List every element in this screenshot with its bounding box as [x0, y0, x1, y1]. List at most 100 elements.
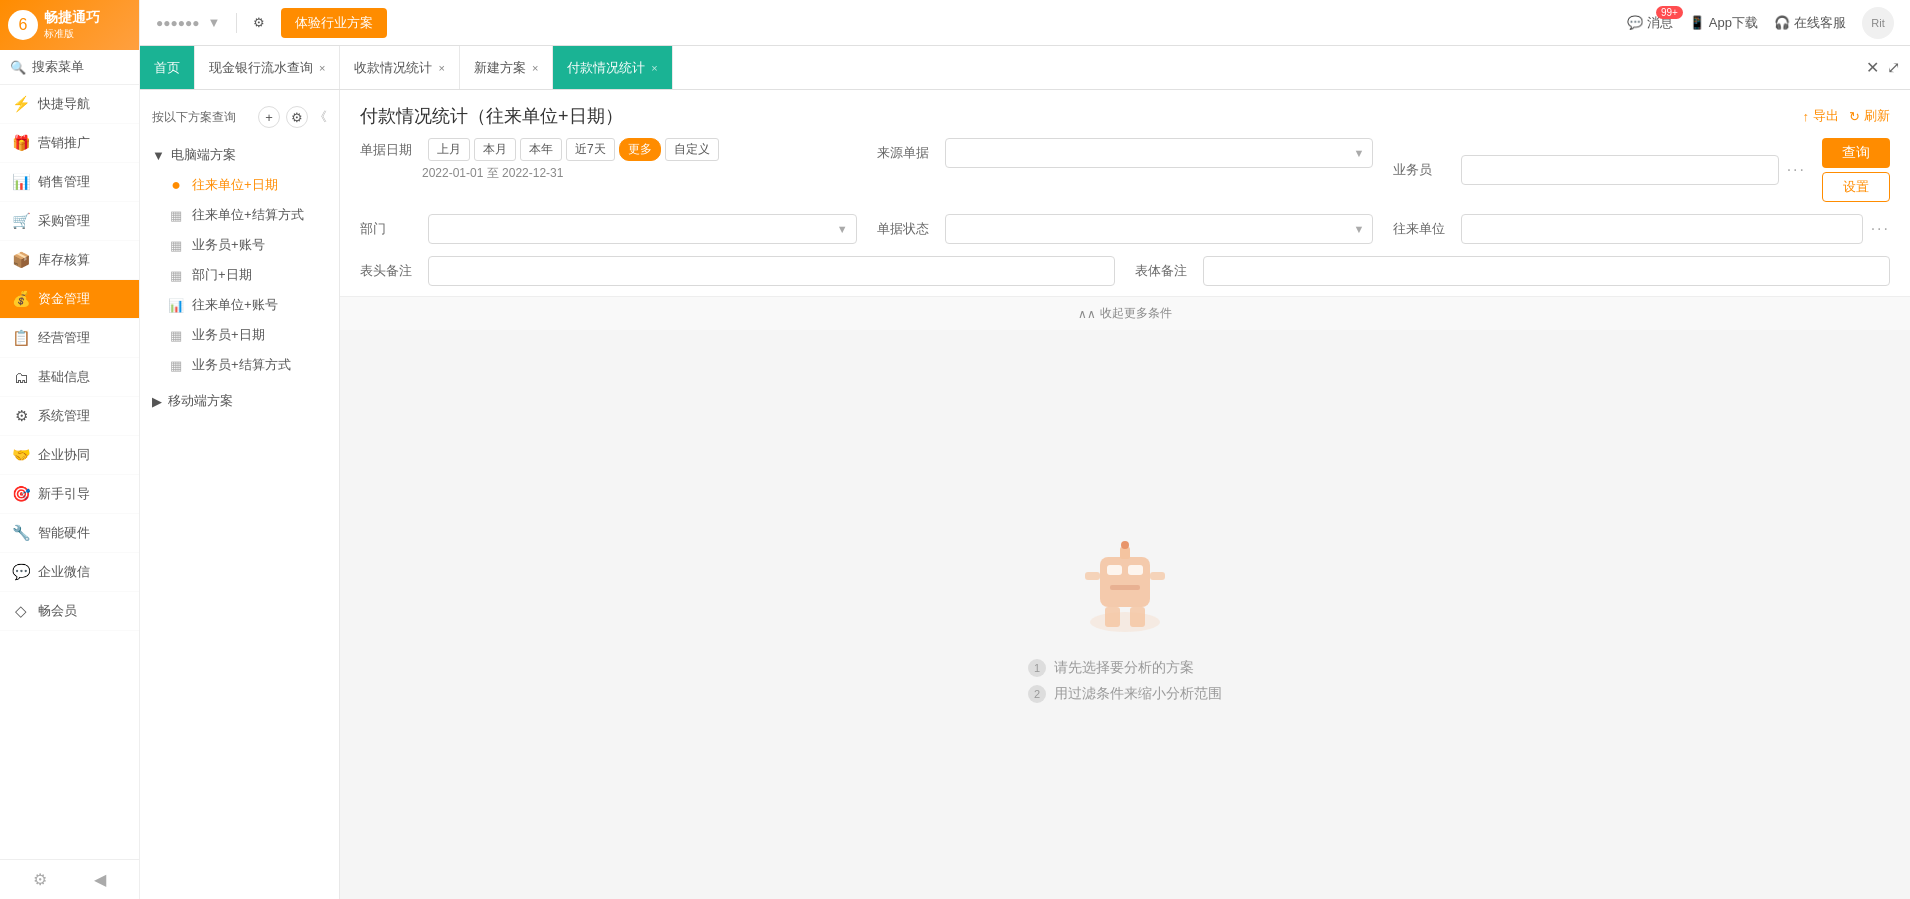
- tab-new-scheme-close[interactable]: ×: [532, 62, 538, 74]
- sidebar-item-inventory[interactable]: 📦 库存核算: [0, 241, 139, 280]
- scheme-item-dept-date[interactable]: ▦ 部门+日期: [140, 260, 339, 290]
- sidebar-item-guide[interactable]: 🎯 新手引导: [0, 475, 139, 514]
- date-btn-7days[interactable]: 近7天: [566, 138, 615, 161]
- export-label: 导出: [1813, 107, 1839, 125]
- sidebar-collapse-btn[interactable]: ◀: [94, 870, 106, 889]
- svg-rect-9: [1105, 607, 1120, 627]
- staff-more-btn[interactable]: ···: [1787, 161, 1806, 179]
- scheme-mobile-label: 移动端方案: [168, 392, 233, 410]
- scheme-item-label: 业务员+日期: [192, 326, 265, 344]
- trial-btn[interactable]: 体验行业方案: [281, 8, 387, 38]
- tab-receipt-stats-close[interactable]: ×: [438, 62, 444, 74]
- refresh-btn[interactable]: ↻ 刷新: [1849, 107, 1890, 125]
- scheme-collapse-btn[interactable]: 《: [314, 108, 327, 126]
- message-icon: 💬: [1627, 15, 1643, 30]
- filter-section: 付款情况统计（往来单位+日期） ↑ 导出 ↻ 刷新: [340, 90, 1910, 330]
- sidebar-item-vip[interactable]: ◇ 畅会员: [0, 592, 139, 631]
- date-filter-row: 单据日期 上月 本月 本年 近7天 更多 自定义: [360, 138, 857, 161]
- dept-select[interactable]: ▼: [428, 214, 857, 244]
- date-btn-more[interactable]: 更多: [619, 138, 661, 161]
- sidebar-logo: 畅捷通巧: [44, 9, 100, 27]
- sidebar-item-sales[interactable]: 📊 销售管理: [0, 163, 139, 202]
- staff-label: 业务员: [1393, 161, 1453, 179]
- hardware-icon: 🔧: [12, 524, 30, 542]
- receipt-status-select[interactable]: ▼: [945, 214, 1374, 244]
- date-btn-this-month[interactable]: 本月: [474, 138, 516, 161]
- date-btn-custom[interactable]: 自定义: [665, 138, 719, 161]
- sidebar-item-purchase[interactable]: 🛒 采购管理: [0, 202, 139, 241]
- scheme-item-unit-account[interactable]: 📊 往来单位+账号: [140, 290, 339, 320]
- sidebar-item-label: 新手引导: [38, 485, 90, 503]
- sales-icon: 📊: [12, 173, 30, 191]
- sidebar-item-system[interactable]: ⚙ 系统管理: [0, 397, 139, 436]
- sidebar-item-wechat[interactable]: 💬 企业微信: [0, 553, 139, 592]
- content-inner: 按以下方案查询 + ⚙ 《 ▼ 电脑端方案: [140, 90, 1910, 899]
- tab-payment-stats[interactable]: 付款情况统计 ×: [553, 46, 672, 89]
- refresh-label: 刷新: [1864, 107, 1890, 125]
- sidebar-item-hardware[interactable]: 🔧 智能硬件: [0, 514, 139, 553]
- date-filter: 单据日期 上月 本月 本年 近7天 更多 自定义: [360, 138, 857, 182]
- sidebar-item-marketing[interactable]: 🎁 营销推广: [0, 124, 139, 163]
- table-header-remark-input[interactable]: [428, 256, 1115, 286]
- receipt-status-dropdown-icon: ▼: [1353, 223, 1364, 235]
- tab-payment-stats-close[interactable]: ×: [651, 62, 657, 74]
- sidebar-item-operation[interactable]: 📋 经营管理: [0, 319, 139, 358]
- messages-btn[interactable]: 💬 消息 99+: [1627, 14, 1673, 32]
- tab-receipt-stats[interactable]: 收款情况统计 ×: [340, 46, 459, 89]
- tab-bank-flow-close[interactable]: ×: [319, 62, 325, 74]
- unit-input[interactable]: [1461, 214, 1862, 244]
- sidebar-settings-btn[interactable]: ⚙: [33, 870, 47, 889]
- scheme-add-btn[interactable]: +: [258, 106, 280, 128]
- page-title: 付款情况统计（往来单位+日期）: [360, 104, 623, 128]
- svg-rect-3: [1128, 565, 1143, 575]
- sidebar-item-basic[interactable]: 🗂 基础信息: [0, 358, 139, 397]
- source-filter: 来源单据 ▼: [877, 138, 1374, 168]
- table-body-remark-input[interactable]: [1203, 256, 1890, 286]
- collapse-bar[interactable]: ∧∧ 收起更多条件: [340, 296, 1910, 330]
- tab-new-scheme[interactable]: 新建方案 ×: [460, 46, 553, 89]
- scheme-mobile-title[interactable]: ▶ 移动端方案: [140, 386, 339, 416]
- tabs-actions: ✕ ⤢: [1866, 58, 1910, 77]
- search-menu-btn[interactable]: 🔍 搜索菜单: [0, 50, 139, 85]
- filter-settings-btn[interactable]: 设置: [1822, 172, 1890, 202]
- scheme-item-staff-date[interactable]: ▦ 业务员+日期: [140, 320, 339, 350]
- sidebar-item-finance[interactable]: 💰 资金管理: [0, 280, 139, 319]
- settings-gear-btn[interactable]: ⚙: [253, 15, 265, 30]
- tab-bank-flow[interactable]: 现金银行流水查询 ×: [195, 46, 340, 89]
- tab-receipt-stats-label: 收款情况统计: [354, 59, 432, 77]
- scheme-settings-btn[interactable]: ⚙: [286, 106, 308, 128]
- sidebar-item-label: 资金管理: [38, 290, 90, 308]
- svg-rect-4: [1110, 585, 1140, 590]
- headset-icon: 🎧: [1774, 15, 1790, 30]
- active-scheme-icon: ●: [168, 177, 184, 193]
- scheme-desktop-title[interactable]: ▼ 电脑端方案: [140, 140, 339, 170]
- breadcrumb-user: ●●●●●●: [156, 16, 200, 30]
- scheme-item-label: 部门+日期: [192, 266, 252, 284]
- tab-close-all-btn[interactable]: ✕: [1866, 58, 1879, 77]
- user-avatar[interactable]: Rit: [1862, 7, 1894, 39]
- app-download-btn[interactable]: 📱 App下载: [1689, 14, 1758, 32]
- query-btn[interactable]: 查询: [1822, 138, 1890, 168]
- phone-icon: 📱: [1689, 15, 1705, 30]
- scheme-item-unit-date[interactable]: ● 往来单位+日期: [140, 170, 339, 200]
- tab-maximize-btn[interactable]: ⤢: [1887, 58, 1900, 77]
- scheme-item-staff-account[interactable]: ▦ 业务员+账号: [140, 230, 339, 260]
- tab-home[interactable]: 首页: [140, 46, 195, 89]
- sidebar-item-label: 快捷导航: [38, 95, 90, 113]
- finance-icon: 💰: [12, 290, 30, 308]
- sidebar-item-quick-nav[interactable]: ⚡ 快捷导航: [0, 85, 139, 124]
- empty-state: 1 请先选择要分析的方案 2 用过滤条件来缩小分析范围: [340, 330, 1910, 899]
- online-service-btn[interactable]: 🎧 在线客服: [1774, 14, 1846, 32]
- staff-input[interactable]: [1461, 155, 1778, 185]
- basic-icon: 🗂: [12, 368, 30, 386]
- receipt-status-filter: 单据状态 ▼: [877, 214, 1374, 244]
- date-btn-last-month[interactable]: 上月: [428, 138, 470, 161]
- date-range-value: 2022-01-01 至 2022-12-31: [422, 165, 563, 182]
- scheme-item-staff-settle[interactable]: ▦ 业务员+结算方式: [140, 350, 339, 380]
- export-btn[interactable]: ↑ 导出: [1803, 107, 1840, 125]
- unit-more-btn[interactable]: ···: [1871, 220, 1890, 238]
- sidebar-item-enterprise[interactable]: 🤝 企业协同: [0, 436, 139, 475]
- source-select[interactable]: ▼: [945, 138, 1374, 168]
- date-btn-this-year[interactable]: 本年: [520, 138, 562, 161]
- scheme-item-unit-settle[interactable]: ▦ 往来单位+结算方式: [140, 200, 339, 230]
